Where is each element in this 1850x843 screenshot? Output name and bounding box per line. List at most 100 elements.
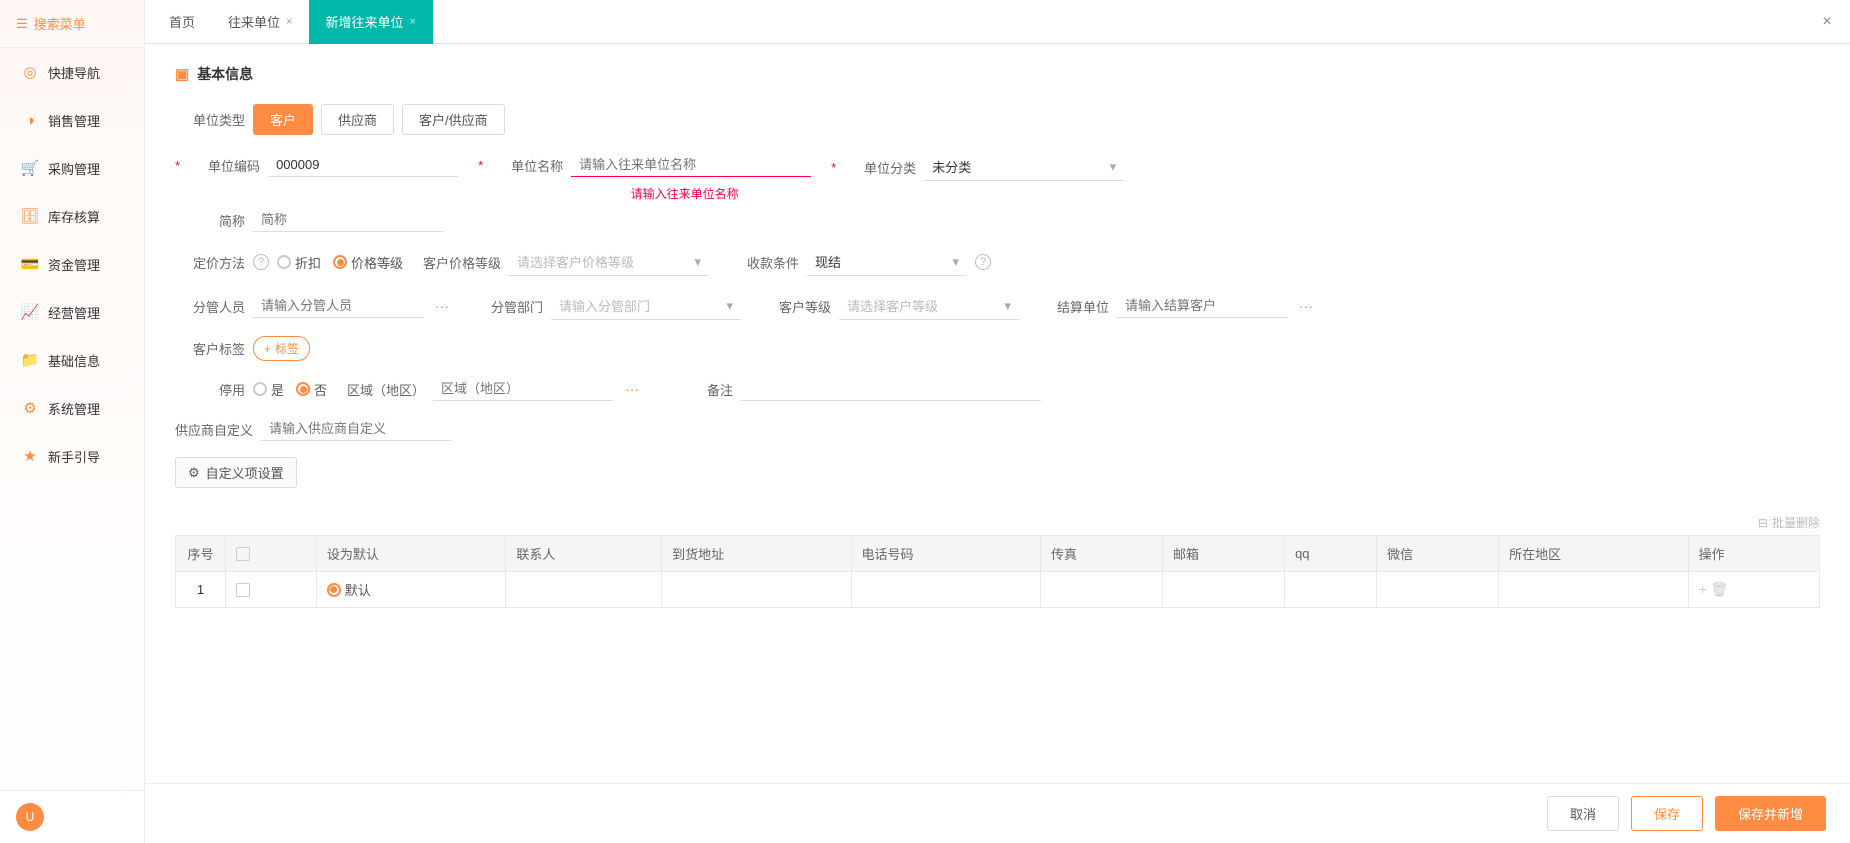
region-input[interactable] <box>433 377 613 401</box>
pricing-help-icon[interactable]: ? <box>253 254 269 270</box>
section-title: 基本信息 <box>197 64 253 84</box>
pricing-radio-discount[interactable]: 折扣 <box>277 253 321 272</box>
row-del-0[interactable]: 🗑 <box>1710 581 1728 597</box>
tab-close-new-contact[interactable]: × <box>409 16 415 28</box>
settlement-field: 结算单位 ··· <box>1039 294 1317 318</box>
name-input[interactable] <box>571 153 811 177</box>
content-area: ▣ 基本信息 单位类型 客户供应商客户/供应商 * 单位编码 * 单位名称 <box>145 44 1850 783</box>
disabled-yes-circle <box>253 382 267 396</box>
tab-label-new-contact: 新增往来单位 <box>325 12 403 31</box>
row-cb-0[interactable] <box>236 583 250 597</box>
sidebar-icon-inventory: 🗄 <box>20 206 40 226</box>
unit-type-row: 单位类型 客户供应商客户/供应商 <box>175 104 1820 135</box>
remark-label: 备注 <box>663 380 733 399</box>
sidebar-item-finance[interactable]: 💳资金管理 <box>0 240 144 288</box>
disabled-yes[interactable]: 是 <box>253 380 284 399</box>
cell-0-11: + 🗑 <box>1688 572 1819 608</box>
sidebar-label-guide: 新手引导 <box>48 447 100 466</box>
sidebar-icon-purchase: 🛒 <box>20 158 40 178</box>
custom-settings-btn[interactable]: ⚙ 自定义项设置 <box>175 457 297 488</box>
dept-select[interactable]: 请输入分管部门 ▾ <box>551 292 741 320</box>
payment-label: 收款条件 <box>729 253 799 272</box>
payment-help-icon[interactable]: ? <box>975 254 991 270</box>
sidebar: ☰ 搜索菜单 ◎快捷导航◑销售管理 🛒 采购管理 🗄库存核算💳资金管理📈经营管理📁基础… <box>0 0 145 843</box>
window-close-btn[interactable]: × <box>1812 7 1842 37</box>
radio-label-level: 价格等级 <box>351 253 403 272</box>
disabled-row: 停用 是 否 区域（地区） <box>175 377 1820 401</box>
batch-icon: ⊟ <box>1758 516 1768 530</box>
cell-0-4 <box>662 572 851 608</box>
type-btn-supplier[interactable]: 供应商 <box>321 104 394 135</box>
th-0: 序号 <box>176 536 226 572</box>
settlement-input[interactable] <box>1117 294 1287 318</box>
price-level-placeholder: 请选择客户价格等级 <box>517 252 634 271</box>
payment-select[interactable]: 现结 ▾ <box>807 248 967 276</box>
manager-input[interactable] <box>253 294 423 318</box>
row-add-0[interactable]: + <box>1699 581 1707 597</box>
price-level-field: 客户价格等级 请选择客户价格等级 ▾ <box>423 248 709 276</box>
default-radio-0[interactable]: 默认 <box>327 580 495 599</box>
short-name-field: 简称 <box>175 208 443 232</box>
disabled-yes-label: 是 <box>271 380 284 399</box>
sidebar-item-guide[interactable]: ★ 新手引导 <box>0 432 144 480</box>
short-name-input[interactable] <box>253 208 443 232</box>
pricing-radio-level[interactable]: 价格等级 <box>333 253 403 272</box>
tab-home[interactable]: 首页 <box>153 0 212 44</box>
dept-label: 分管部门 <box>473 297 543 316</box>
manager-more-btn[interactable]: ··· <box>431 298 453 314</box>
radio-dot-level <box>337 259 344 266</box>
sidebar-icon-guide: ★ <box>20 446 40 466</box>
customer-level-placeholder: 请选择客户等级 <box>847 296 938 315</box>
manager-row: 分管人员 ··· 分管部门 请输入分管部门 ▾ 客户等级 请选择客户等级 ▾ <box>175 292 1820 320</box>
sidebar-item-inventory[interactable]: 🗄库存核算 <box>0 192 144 240</box>
supplier-custom-input[interactable] <box>261 417 451 441</box>
save-button[interactable]: 保存 <box>1631 796 1703 831</box>
region-more-btn[interactable]: ··· <box>621 381 643 397</box>
tab-contacts[interactable]: 往来单位× <box>212 0 309 44</box>
th-8: qq <box>1285 536 1377 572</box>
unit-type-label: 单位类型 <box>175 110 245 129</box>
code-input[interactable] <box>268 153 458 177</box>
cell-0-6 <box>1041 572 1163 608</box>
custom-settings-row: ⚙ 自定义项设置 <box>175 457 1820 498</box>
name-field: * 单位名称 请输入往来单位名称 <box>478 153 811 202</box>
radio-circle-discount <box>277 255 291 269</box>
type-btn-both[interactable]: 客户/供应商 <box>402 104 505 135</box>
sidebar-item-purchase[interactable]: 🛒 采购管理 <box>0 144 144 192</box>
sidebar-item-system[interactable]: ⚙系统管理 <box>0 384 144 432</box>
sidebar-label-purchase: 采购管理 <box>48 159 100 178</box>
tags-label: 客户标签 <box>175 339 245 358</box>
price-level-select[interactable]: 请选择客户价格等级 ▾ <box>509 248 709 276</box>
disabled-no-dot <box>300 386 307 393</box>
category-field: * 单位分类 未分类 ▾ <box>831 153 1124 181</box>
customer-level-select[interactable]: 请选择客户等级 ▾ <box>839 292 1019 320</box>
disabled-no[interactable]: 否 <box>296 380 327 399</box>
dept-placeholder: 请输入分管部门 <box>559 296 650 315</box>
disabled-no-label: 否 <box>314 380 327 399</box>
remark-input[interactable] <box>741 377 1041 401</box>
contacts-table: 序号设为默认联系人到货地址电话号码传真邮箱qq微信所在地区操作 1默认+ 🗑 <box>175 535 1820 608</box>
type-btn-customer[interactable]: 客户 <box>253 104 313 135</box>
sidebar-item-basic[interactable]: 📁基础信息 <box>0 336 144 384</box>
category-select[interactable]: 未分类 ▾ <box>924 153 1124 181</box>
tag-btn-label: 标签 <box>275 340 299 357</box>
batch-delete-area[interactable]: ⊟ 批量删除 <box>175 514 1820 531</box>
select-all-cb[interactable] <box>236 547 250 561</box>
save-new-button[interactable]: 保存并新增 <box>1715 796 1826 831</box>
tab-close-contacts[interactable]: × <box>286 16 292 28</box>
manager-label: 分管人员 <box>175 297 245 316</box>
sidebar-icon-sales: ◑ <box>20 110 40 130</box>
add-tag-btn[interactable]: + 标签 <box>253 336 310 361</box>
cell-0-2: 默认 <box>316 572 505 608</box>
cancel-button[interactable]: 取消 <box>1547 796 1619 831</box>
settlement-more-btn[interactable]: ··· <box>1295 298 1317 314</box>
sidebar-item-operation[interactable]: 📈经营管理 <box>0 288 144 336</box>
tab-new-contact[interactable]: 新增往来单位 × <box>309 0 432 44</box>
cell-0-1 <box>226 572 317 608</box>
search-menu[interactable]: ☰ 搜索菜单 <box>0 0 144 48</box>
tab-bar: 首页往来单位× 新增往来单位 × × <box>145 0 1850 44</box>
sidebar-label-operation: 经营管理 <box>48 303 100 322</box>
section-header: ▣ 基本信息 <box>175 64 1820 84</box>
sidebar-item-sales[interactable]: ◑销售管理 <box>0 96 144 144</box>
sidebar-item-quick-nav[interactable]: ◎快捷导航 <box>0 48 144 96</box>
